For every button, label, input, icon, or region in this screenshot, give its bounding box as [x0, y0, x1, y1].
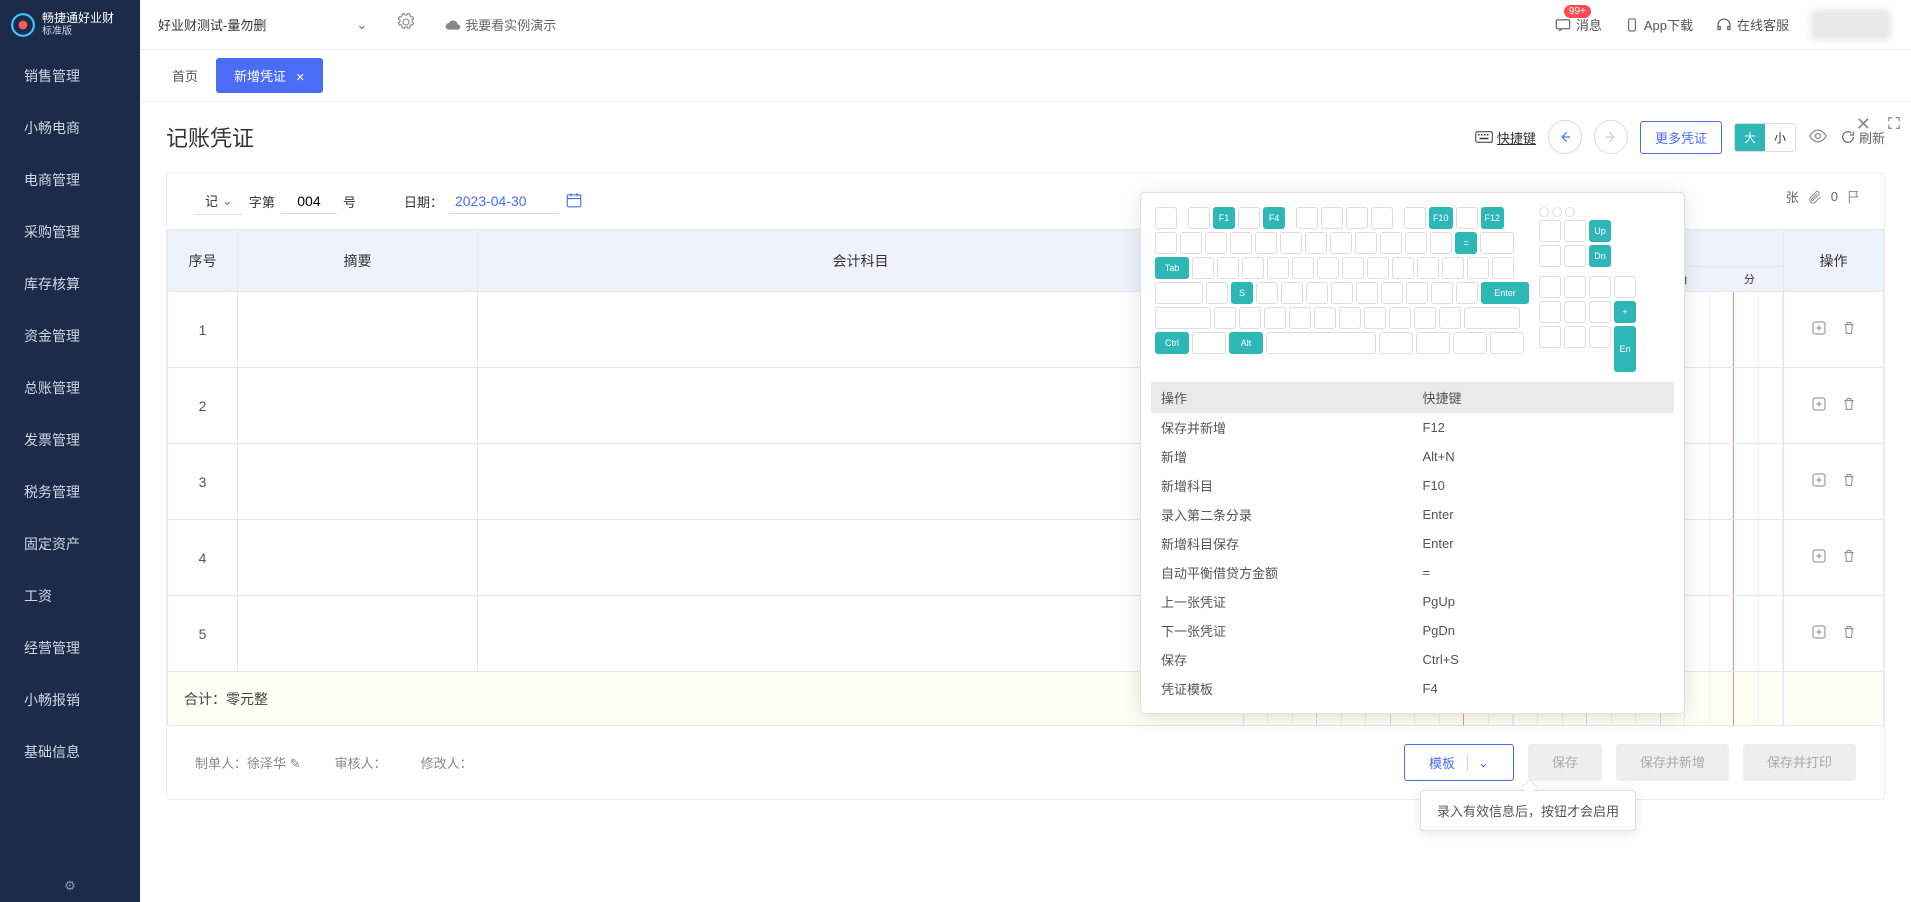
col-ops: 操作 [1784, 230, 1884, 292]
attachment-icon[interactable] [1807, 189, 1823, 205]
service-button[interactable]: 在线客服 [1715, 15, 1789, 34]
arrow-right-icon [1604, 130, 1618, 144]
sidebar-item[interactable]: 小畅电商 [0, 102, 140, 154]
message-icon [1554, 16, 1572, 34]
close-icon[interactable]: ✕ [296, 72, 305, 84]
sidebar-item[interactable]: 固定资产 [0, 518, 140, 570]
flag-icon[interactable] [1846, 189, 1862, 205]
chevron-down-icon: ⌄ [1467, 755, 1489, 771]
logo-main-text: 畅捷通好业财 [42, 11, 114, 25]
settings-button[interactable] [385, 13, 427, 36]
headset-icon [1715, 16, 1733, 34]
add-row-icon[interactable] [1811, 472, 1827, 491]
logo-icon [10, 12, 36, 38]
col-subject: 会计科目 [478, 230, 1244, 292]
add-row-icon[interactable] [1811, 624, 1827, 643]
chevron-down-icon: ⌄ [222, 193, 233, 209]
message-badge: 99+ [1564, 5, 1591, 18]
sidebar: 销售管理 小畅电商 电商管理 采购管理 库存核算 资金管理 总账管理 发票管理 … [0, 50, 140, 902]
eye-icon [1808, 126, 1828, 146]
add-row-icon[interactable] [1811, 548, 1827, 567]
voucher-type-select[interactable]: 记 ⌄ [195, 187, 243, 215]
sidebar-item[interactable]: 采购管理 [0, 206, 140, 258]
sidebar-item[interactable]: 税务管理 [0, 466, 140, 518]
cloud-icon [445, 17, 461, 33]
delete-row-icon[interactable] [1841, 472, 1857, 491]
sidebar-item[interactable]: 发票管理 [0, 414, 140, 466]
avatar[interactable] [1811, 10, 1891, 40]
delete-row-icon[interactable] [1841, 624, 1857, 643]
demo-link[interactable]: 我要看实例演示 [445, 15, 556, 34]
save-button[interactable]: 保存 [1528, 744, 1602, 781]
page-title: 记账凭证 [166, 121, 254, 153]
arrow-left-icon [1558, 130, 1572, 144]
company-selector[interactable]: 好业财测试-量勿删 ⌄ [140, 15, 385, 34]
creator: 制单人：徐泽华 ✎ [195, 753, 301, 772]
next-voucher-button[interactable] [1594, 120, 1628, 154]
chevron-down-icon: ⌄ [356, 17, 367, 33]
sidebar-item[interactable]: 工资 [0, 570, 140, 622]
sidebar-item[interactable]: 小畅报销 [0, 674, 140, 726]
save-new-button[interactable]: 保存并新增 [1616, 744, 1729, 781]
tab-home[interactable]: 首页 [154, 58, 216, 93]
tab-new-voucher[interactable]: 新增凭证 ✕ [216, 58, 323, 93]
sidebar-item[interactable]: 经营管理 [0, 622, 140, 674]
auditor: 审核人： [335, 753, 387, 772]
sidebar-item[interactable]: 销售管理 [0, 50, 140, 102]
logo-sub-text: 标准版 [42, 26, 114, 38]
view-button[interactable] [1808, 126, 1828, 149]
shortcut-popover: F1F4 F10F12 = Tab SEnter CtrlAlt Up [1140, 192, 1685, 714]
more-vouchers-button[interactable]: 更多凭证 [1640, 121, 1722, 154]
template-button[interactable]: 模板⌄ [1404, 744, 1514, 781]
save-print-button[interactable]: 保存并打印 [1743, 744, 1856, 781]
sidebar-item[interactable]: 电商管理 [0, 154, 140, 206]
company-name: 好业财测试-量勿删 [158, 15, 266, 34]
keyboard-icon [1475, 130, 1493, 144]
close-all-tabs[interactable]: ✕ [1856, 114, 1871, 135]
sidebar-item[interactable]: 总账管理 [0, 362, 140, 414]
delete-row-icon[interactable] [1841, 548, 1857, 567]
phone-icon [1624, 17, 1640, 33]
logo: 畅捷通好业财标准版 [0, 0, 140, 50]
gear-icon [397, 13, 415, 31]
messages-button[interactable]: 99+ 消息 [1554, 15, 1602, 34]
col-summary: 摘要 [238, 230, 478, 292]
shortcut-table: 操作快捷键 保存并新增F12新增Alt+N新增科目F10录入第二条分录Enter… [1151, 382, 1674, 703]
sidebar-item[interactable]: 库存核算 [0, 258, 140, 310]
delete-row-icon[interactable] [1841, 396, 1857, 415]
fullscreen-icon[interactable] [1887, 116, 1901, 133]
total-cell: 合计：零元整 [168, 672, 1244, 726]
voucher-number-input[interactable] [281, 189, 337, 214]
save-tooltip: 录入有效信息后，按钮才会启用 [1420, 790, 1636, 831]
delete-row-icon[interactable] [1841, 320, 1857, 339]
calendar-icon[interactable] [565, 191, 583, 212]
tabs: 首页 新增凭证 ✕ [140, 50, 1911, 102]
sidebar-settings-icon[interactable]: ⚙ [0, 878, 140, 894]
size-toggle[interactable]: 大 小 [1734, 123, 1796, 152]
add-row-icon[interactable] [1811, 396, 1827, 415]
refresh-icon [1840, 129, 1856, 145]
add-row-icon[interactable] [1811, 320, 1827, 339]
shortcut-button[interactable]: 快捷键 [1475, 128, 1536, 147]
edit-icon[interactable]: ✎ [290, 756, 301, 771]
size-large[interactable]: 大 [1735, 124, 1765, 151]
prev-voucher-button[interactable] [1548, 120, 1582, 154]
modifier: 修改人： [421, 753, 473, 772]
sidebar-item[interactable]: 基础信息 [0, 726, 140, 778]
voucher-date-input[interactable] [449, 189, 559, 214]
col-seq: 序号 [168, 230, 238, 292]
sidebar-item[interactable]: 资金管理 [0, 310, 140, 362]
download-button[interactable]: App下载 [1624, 15, 1693, 34]
size-small[interactable]: 小 [1765, 124, 1795, 151]
attach-label: 张 [1786, 187, 1799, 206]
